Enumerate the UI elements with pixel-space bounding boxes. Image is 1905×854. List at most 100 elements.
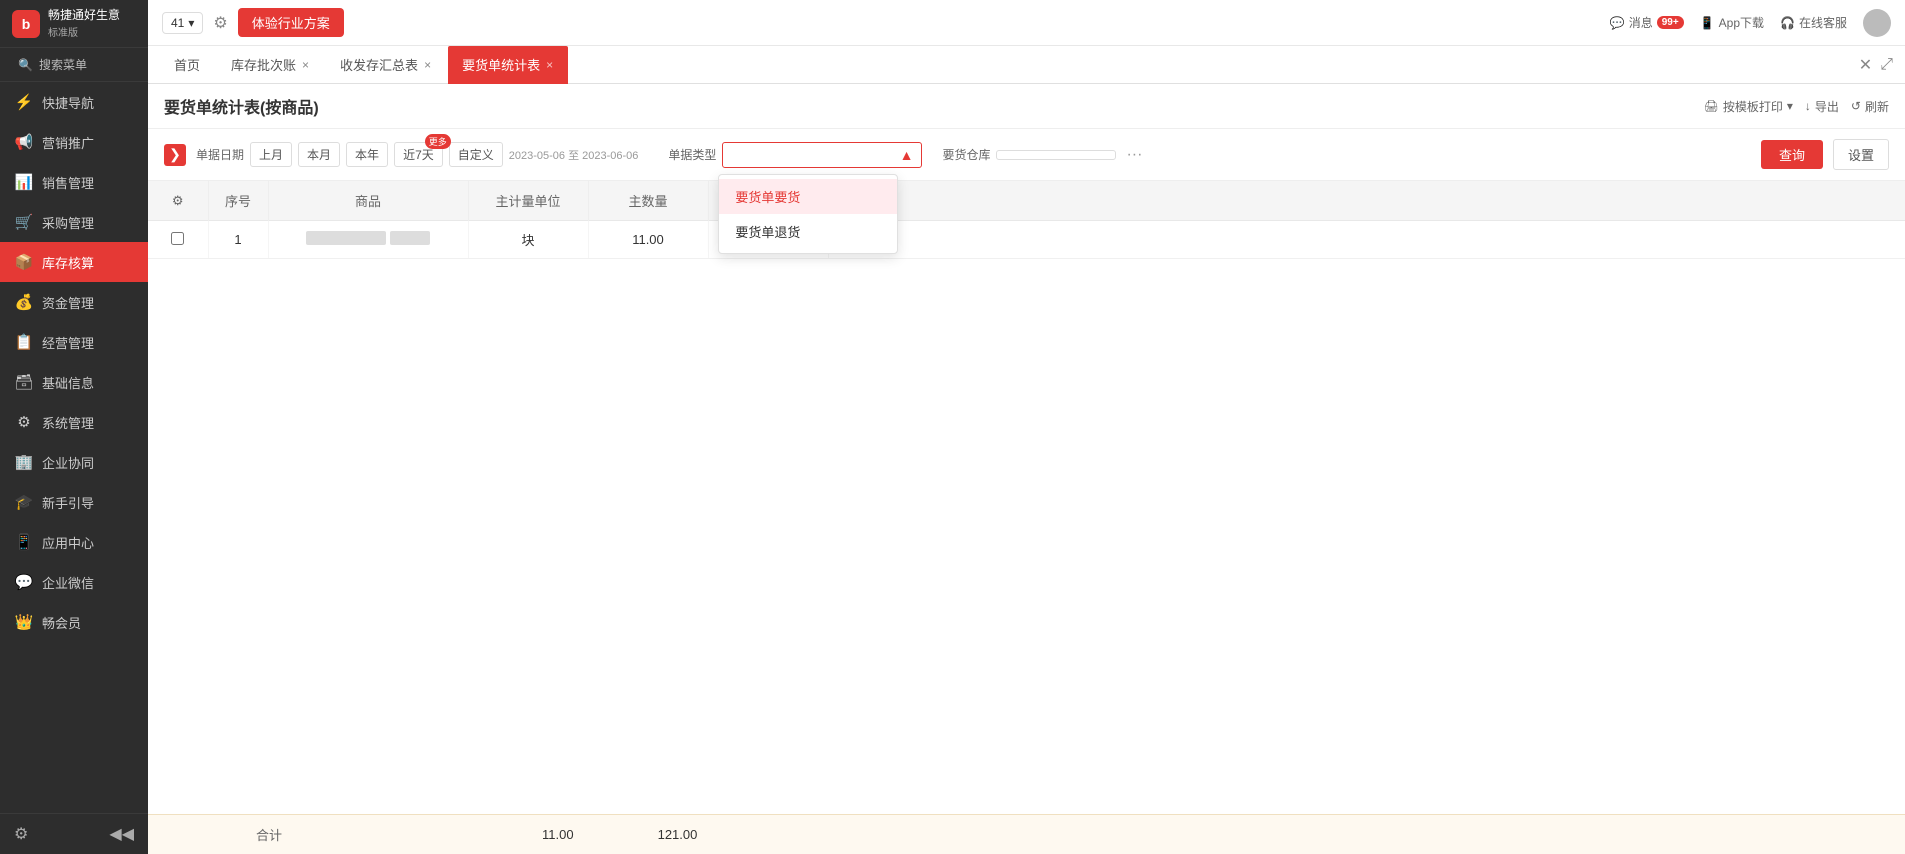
data-table: ⚙ 序号 商品 主计量单位 主数量 零售金额 1 块 11.00 [148,181,1905,259]
date-this-month[interactable]: 本月 [298,142,340,167]
sidebar: b 畅捷通好生意 标准版 🔍 搜索菜单 ⚡ 快捷导航 📢 营销推广 📊 销售管理… [0,0,148,854]
th-extra [828,181,1905,221]
online-service-item[interactable]: 🎧 在线客服 [1780,14,1847,31]
operation-icon: 📋 [14,332,34,352]
sidebar-item-operation[interactable]: 📋 经营管理 [0,322,148,362]
date-custom[interactable]: 自定义 [449,142,503,167]
sidebar-item-marketing[interactable]: 📢 营销推广 [0,122,148,162]
tab-recv-summary-close[interactable]: × [424,58,431,72]
sidebar-item-sales[interactable]: 📊 销售管理 [0,162,148,202]
cell-qty: 11.00 [588,221,708,259]
settings-button[interactable]: 设置 [1833,139,1889,170]
print-action[interactable]: 🖨 按模板打印 ▾ [1704,98,1793,115]
footer-qty: 11.00 [542,827,574,842]
sidebar-item-enterprise[interactable]: 🏢 企业协同 [0,442,148,482]
table-row[interactable]: 1 块 11.00 121.00 [148,221,1905,259]
brand-name: 畅捷通好生意 [48,8,120,24]
sidebar-item-member[interactable]: 👑 畅会员 [0,602,148,642]
footer-amount: 121.00 [658,827,698,842]
trial-button[interactable]: 体验行业方案 [238,8,344,37]
column-settings-icon[interactable]: ⚙ [172,193,184,208]
date-filter-group: 单据日期 上月 本月 本年 近7天 更多 自定义 2023-05-06 至 20… [196,142,638,167]
page-actions: 🖨 按模板打印 ▾ ↓ 导出 ↺ 刷新 [1704,98,1889,115]
date-this-year[interactable]: 本年 [346,142,388,167]
page-content: 要货单统计表(按商品) 🖨 按模板打印 ▾ ↓ 导出 ↺ 刷新 ❯ [148,84,1905,854]
topbar-settings-icon[interactable]: ⚙ [213,13,227,33]
filter-more-icon[interactable]: ··· [1126,146,1142,164]
query-button[interactable]: 查询 [1761,140,1823,169]
tab-order-stats-close[interactable]: × [546,58,553,72]
sales-icon: 📊 [14,172,34,192]
date-last-month[interactable]: 上月 [250,142,292,167]
company-selector[interactable]: 41 ▾ [162,12,203,34]
sidebar-item-wechat[interactable]: 💬 企业微信 [0,562,148,602]
tabs-right-actions: ✕ ⤢ [1859,55,1893,75]
member-icon: 👑 [14,612,34,632]
purchase-icon: 🛒 [14,212,34,232]
marketing-icon: 📢 [14,132,34,152]
type-filter-group: 单据类型 ▲ 要货单要货 要货单退货 [668,142,922,168]
settings-bottom-icon[interactable]: ⚙ [14,824,28,844]
filter-expand-button[interactable]: ❯ [164,144,186,166]
sidebar-item-inventory[interactable]: 📦 库存核算 [0,242,148,282]
date-range-text: 2023-05-06 至 2023-06-06 [509,147,639,163]
messages-icon: 💬 [1610,16,1625,30]
tab-inventory-batch-close[interactable]: × [302,58,309,72]
nav-label-enterprise: 企业协同 [42,453,94,472]
tab-order-stats-label: 要货单统计表 [462,55,540,74]
sidebar-item-system[interactable]: ⚙ 系统管理 [0,402,148,442]
th-settings[interactable]: ⚙ [148,181,208,221]
warehouse-input[interactable] [996,150,1116,160]
data-table-container: ⚙ 序号 商品 主计量单位 主数量 零售金额 1 块 11.00 [148,181,1905,814]
nav-label-system: 系统管理 [42,413,94,432]
messages-label: 消息 [1629,14,1653,31]
nav-label-operation: 经营管理 [42,333,94,352]
nav-label-inventory: 库存核算 [42,253,94,272]
sidebar-item-apps[interactable]: 📱 应用中心 [0,522,148,562]
cell-num: 1 [208,221,268,259]
refresh-action[interactable]: ↺ 刷新 [1851,98,1889,115]
row-checkbox[interactable] [171,232,184,245]
hot-badge: 更多 [425,134,451,149]
dropdown-item-order-return[interactable]: 要货单退货 [719,214,897,249]
collapse-sidebar-icon[interactable]: ◀◀ [109,824,134,844]
app-download-label: App下载 [1719,14,1764,31]
th-qty: 主数量 [588,181,708,221]
cell-checkbox[interactable] [148,221,208,259]
nav-label-purchase: 采购管理 [42,213,94,232]
online-service-label: 在线客服 [1799,14,1847,31]
nav-label-basic: 基础信息 [42,373,94,392]
basic-icon: 🗃 [14,372,34,392]
export-icon: ↓ [1805,99,1811,113]
sidebar-item-quick[interactable]: ⚡ 快捷导航 [0,82,148,122]
tab-inventory-batch[interactable]: 库存批次账 × [217,46,324,84]
user-avatar[interactable] [1863,9,1891,37]
sidebar-item-finance[interactable]: 💰 资金管理 [0,282,148,322]
dropdown-item-order-goods[interactable]: 要货单要货 [719,179,897,214]
brand-sub: 标准版 [48,24,120,39]
warehouse-filter-label: 要货仓库 [942,146,990,163]
tab-recv-summary[interactable]: 收发存汇总表 × [326,46,446,84]
search-menu[interactable]: 🔍 搜索菜单 [0,48,148,82]
sidebar-logo: b 畅捷通好生意 标准版 [0,0,148,48]
sidebar-item-basic[interactable]: 🗃 基础信息 [0,362,148,402]
guide-icon: 🎓 [14,492,34,512]
app-download-item[interactable]: 📱 App下载 [1700,14,1764,31]
type-filter-label: 单据类型 [668,146,716,163]
app-brand: 畅捷通好生意 标准版 [48,8,120,39]
tab-order-stats[interactable]: 要货单统计表 × [448,46,568,84]
sidebar-item-guide[interactable]: 🎓 新手引导 [0,482,148,522]
expand-tabs-icon[interactable]: ⤢ [1880,56,1893,74]
messages-item[interactable]: 💬 消息 99+ [1610,14,1684,31]
close-all-tabs-icon[interactable]: ✕ [1859,55,1872,75]
quick-icon: ⚡ [14,92,34,112]
sidebar-item-purchase[interactable]: 🛒 采购管理 [0,202,148,242]
cell-product [268,221,468,259]
type-select[interactable]: ▲ [722,142,922,168]
nav-label-finance: 资金管理 [42,293,94,312]
tab-home[interactable]: 首页 [160,46,215,84]
print-icon: 🖨 [1704,99,1719,113]
export-action[interactable]: ↓ 导出 [1805,98,1839,115]
table-body: 1 块 11.00 121.00 [148,221,1905,259]
tab-inventory-batch-label: 库存批次账 [231,55,296,74]
